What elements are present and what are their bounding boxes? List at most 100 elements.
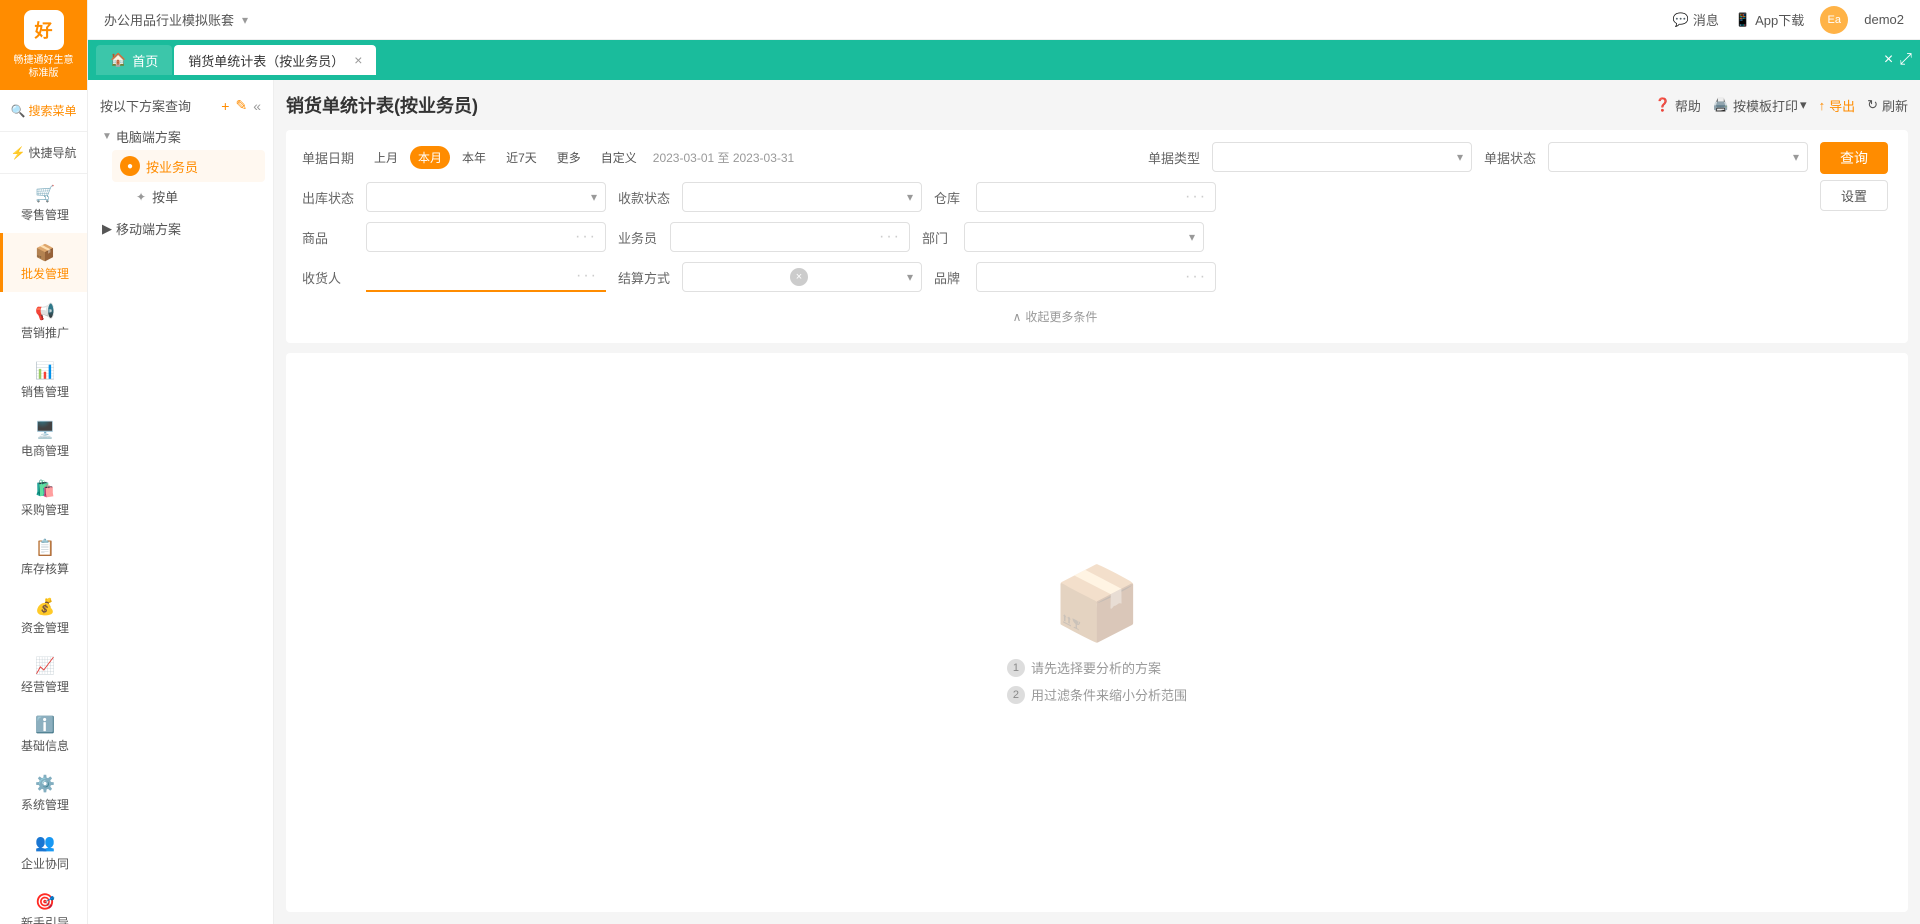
tab-home[interactable]: 🏠 首页 <box>96 45 172 75</box>
date-prev-month[interactable]: 上月 <box>366 146 406 169</box>
newguide-icon: 🎯 <box>35 892 55 912</box>
warehouse-select[interactable]: ··· <box>976 182 1216 212</box>
filter-panel: 单据日期 上月 本月 本年 近7天 更多 自定义 2023-03-01 至 20… <box>286 130 1908 343</box>
collapse-filters-button[interactable]: ∧ 收起更多条件 <box>1013 308 1098 325</box>
app-download-button[interactable]: 📱 App下载 <box>1735 10 1804 29</box>
doc-type-select[interactable]: ▾ <box>1212 142 1472 172</box>
date-last7[interactable]: 近7天 <box>498 146 545 169</box>
consignee-dots-icon: ··· <box>576 267 598 285</box>
out-status-arrow-icon: ▾ <box>591 190 597 204</box>
settlement-label: 结算方式 <box>618 268 670 287</box>
sidebar-item-purchase[interactable]: 🛍️ 采购管理 <box>0 469 87 528</box>
sidebar-item-operations[interactable]: 📈 经营管理 <box>0 646 87 705</box>
logo-icon: 好 <box>24 10 64 50</box>
goods-label: 商品 <box>302 228 354 247</box>
sidebar-logo[interactable]: 好 畅捷通好生意 标准版 <box>0 0 87 90</box>
empty-hint-2: 2 用过滤条件来缩小分析范围 <box>1007 685 1187 704</box>
topbar-left: 办公用品行业模拟账套 ▾ <box>104 10 248 29</box>
sidebar-item-wholesale[interactable]: 📦 批发管理 <box>0 233 87 292</box>
logo-character: 好 <box>35 17 53 43</box>
doc-type-arrow-icon: ▾ <box>1457 150 1463 164</box>
hint-num-1: 1 <box>1007 659 1025 677</box>
date-range-display: 2023-03-01 至 2023-03-31 <box>653 149 794 166</box>
tree-grandchild-order[interactable]: ✦ 按单 <box>128 182 265 211</box>
page-content: 按以下方案查询 + ✎ « ▼ 电脑端方案 ● 按业务员 <box>88 80 1920 924</box>
panel-title: 按以下方案查询 <box>100 96 191 115</box>
enterprise-icon: 👥 <box>35 833 55 853</box>
date-current-year[interactable]: 本年 <box>454 146 494 169</box>
tab-close-button[interactable]: × <box>354 52 362 68</box>
message-icon: 💬 <box>1673 12 1689 28</box>
user-name[interactable]: demo2 <box>1864 12 1904 27</box>
salesperson-select[interactable]: ··· <box>670 222 910 252</box>
warehouse-label: 仓库 <box>934 188 964 207</box>
sidebar-item-basic[interactable]: ℹ️ 基础信息 <box>0 705 87 764</box>
tabbar: 🏠 首页 销货单统计表（按业务员） × × ⤢ <box>88 40 1920 80</box>
doc-status-select[interactable]: ▾ <box>1548 142 1808 172</box>
template-print-button[interactable]: 🖨️ 按模板打印 <box>1713 96 1798 115</box>
sidebar-item-inventory[interactable]: 📋 库存核算 <box>0 528 87 587</box>
filter-wrapper: 单据日期 上月 本月 本年 近7天 更多 自定义 2023-03-01 至 20… <box>302 142 1892 331</box>
sidebar-item-newguide[interactable]: 🎯 新手引导 <box>0 882 87 924</box>
consignee-select[interactable]: ··· <box>366 262 606 292</box>
help-button[interactable]: ❓ 帮助 <box>1655 96 1701 115</box>
tree-children: ● 按业务员 ✦ 按单 <box>96 150 265 211</box>
maximize-button[interactable]: ⤢ <box>1899 51 1912 69</box>
export-icon: ↑ <box>1819 98 1826 113</box>
sidebar-item-ecommerce[interactable]: 🖥️ 电商管理 <box>0 410 87 469</box>
search-icon: 🔍 <box>11 104 26 118</box>
message-button[interactable]: 💬 消息 <box>1673 10 1719 29</box>
collapse-panel-button[interactable]: « <box>253 97 261 114</box>
add-scheme-button[interactable]: + <box>221 97 229 114</box>
salesperson-filter-label: 业务员 <box>618 228 658 247</box>
template-print-dropdown[interactable]: ▾ <box>1800 97 1807 113</box>
sidebar-nav-section: ⚡ 快捷导航 <box>0 132 87 174</box>
doc-status-arrow-icon: ▾ <box>1793 150 1799 164</box>
page-title-row: 销货单统计表(按业务员) ❓ 帮助 🖨️ 按模板打印 ▾ ↑ <box>286 92 1908 118</box>
refresh-button[interactable]: ↻ 刷新 <box>1867 96 1908 115</box>
panel-actions: + ✎ « <box>221 97 261 114</box>
settings-button[interactable]: 设置 <box>1820 180 1888 211</box>
tree-mobile-scheme[interactable]: ▶ 移动端方案 <box>96 215 265 242</box>
brand-select[interactable]: ··· <box>976 262 1216 292</box>
department-select[interactable]: ▾ <box>964 222 1204 252</box>
avatar[interactable]: Ea <box>1820 6 1848 34</box>
sidebar-item-marketing[interactable]: 📢 营销推广 <box>0 292 87 351</box>
nav-icon: ⚡ <box>11 146 26 160</box>
purchase-icon: 🛍️ <box>35 479 55 499</box>
sidebar-item-enterprise[interactable]: 👥 企业协同 <box>0 823 87 882</box>
filter-row-2: 出库状态 ▾ 收款状态 ▾ 仓库 <box>302 182 1808 212</box>
settlement-select[interactable]: × ▾ <box>682 262 922 292</box>
tree-desktop-scheme[interactable]: ▼ 电脑端方案 <box>96 123 265 150</box>
export-button[interactable]: ↑ 导出 <box>1819 96 1856 115</box>
topbar-dropdown-button[interactable]: ▾ <box>242 13 248 27</box>
sidebar-item-finance[interactable]: 💰 资金管理 <box>0 587 87 646</box>
salesperson-scheme-icon: ● <box>120 156 140 176</box>
tree-child-salesperson[interactable]: ● 按业务员 <box>112 150 265 182</box>
sidebar-item-sales[interactable]: 📊 销售管理 <box>0 351 87 410</box>
close-tab-button[interactable]: × <box>1884 51 1893 69</box>
expand-arrow-mobile-icon: ▶ <box>102 221 112 237</box>
marketing-icon: 📢 <box>35 302 55 322</box>
query-button[interactable]: 查询 <box>1820 142 1888 174</box>
out-status-select[interactable]: ▾ <box>366 182 606 212</box>
tab-sales-stat[interactable]: 销货单统计表（按业务员） × <box>174 45 376 75</box>
settlement-clear-button[interactable]: × <box>790 268 808 286</box>
date-current-month[interactable]: 本月 <box>410 146 450 169</box>
quick-nav-button[interactable]: ⚡ 快捷导航 <box>0 138 87 167</box>
sidebar-item-system[interactable]: ⚙️ 系统管理 <box>0 764 87 823</box>
date-custom[interactable]: 自定义 <box>593 146 645 169</box>
mobile-icon: 📱 <box>1735 12 1751 28</box>
left-panel: 按以下方案查询 + ✎ « ▼ 电脑端方案 ● 按业务员 <box>88 80 274 924</box>
goods-select[interactable]: ··· <box>366 222 606 252</box>
sidebar: 好 畅捷通好生意 标准版 🔍 搜索菜单 ⚡ 快捷导航 🛒 零售管理 📦 批发管理… <box>0 0 88 924</box>
sidebar-item-retail[interactable]: 🛒 零售管理 <box>0 174 87 233</box>
receipt-status-select[interactable]: ▾ <box>682 182 922 212</box>
search-menu-button[interactable]: 🔍 搜索菜单 <box>6 98 81 123</box>
hint-num-2: 2 <box>1007 686 1025 704</box>
retail-icon: 🛒 <box>35 184 55 204</box>
sidebar-search-section: 🔍 搜索菜单 <box>0 90 87 132</box>
brand-label: 品牌 <box>934 268 964 287</box>
date-more[interactable]: 更多 <box>549 146 589 169</box>
edit-scheme-button[interactable]: ✎ <box>235 97 247 114</box>
